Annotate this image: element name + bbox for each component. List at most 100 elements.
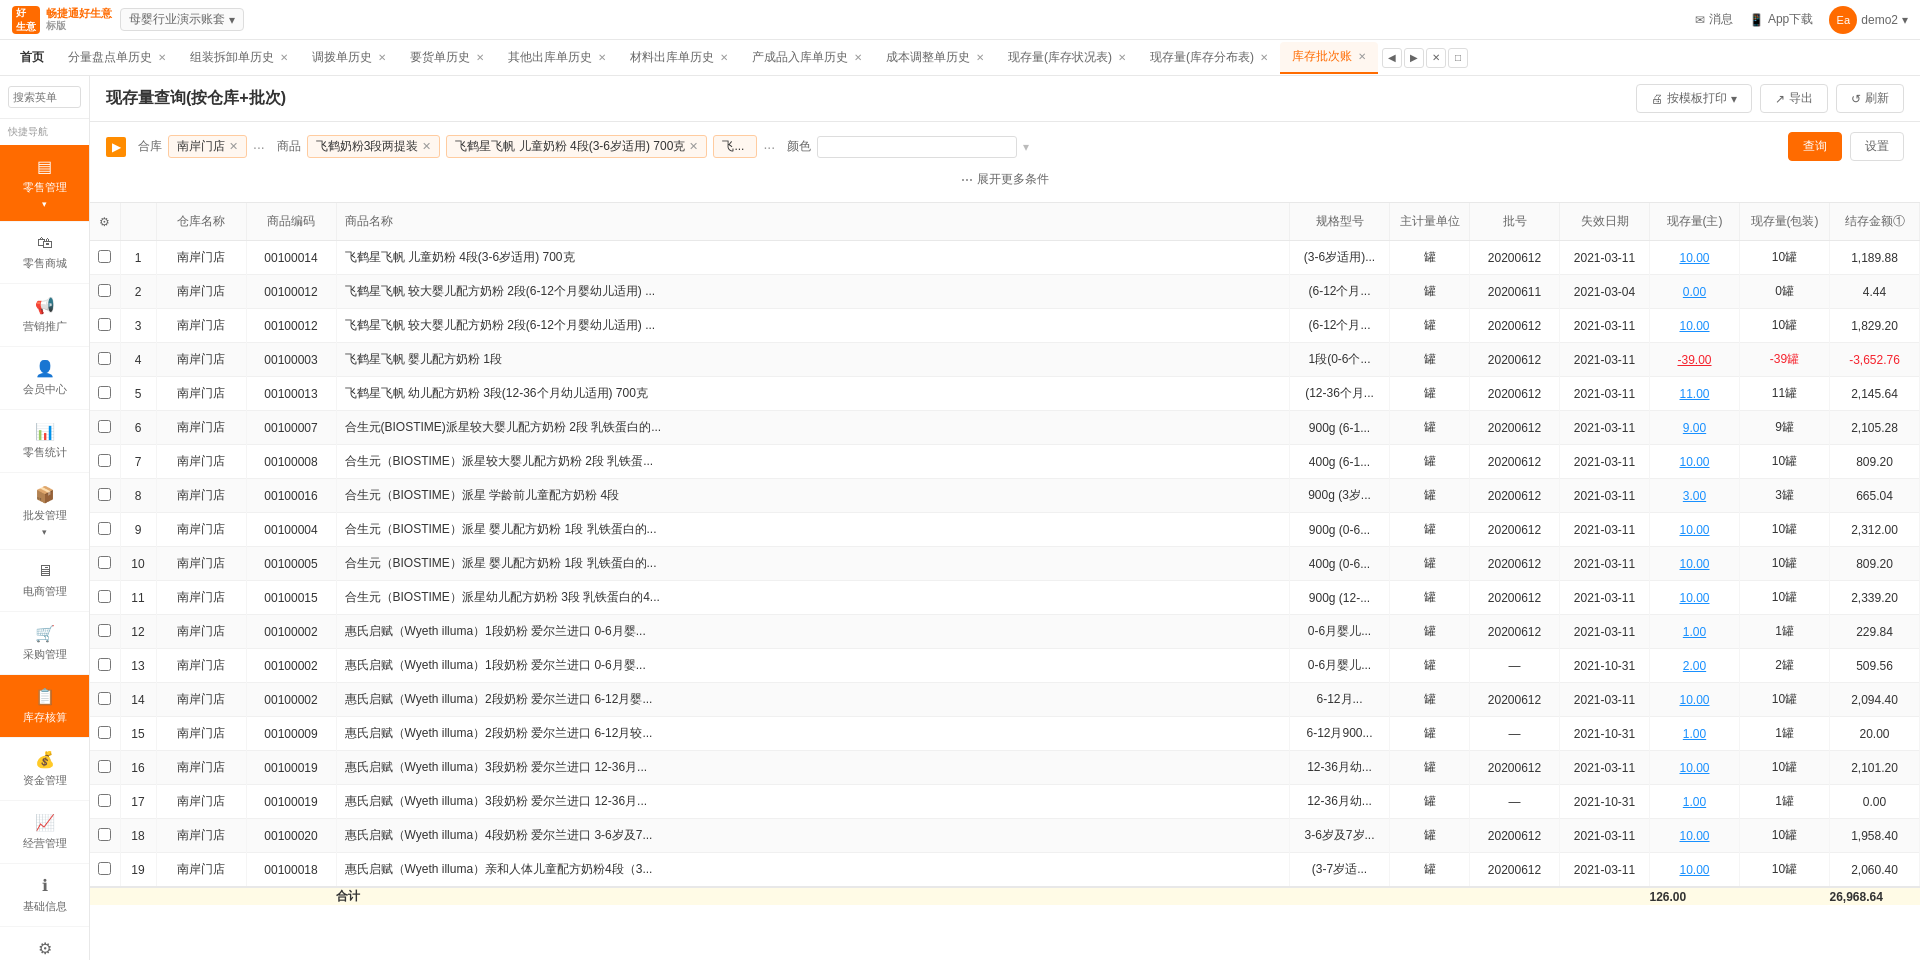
close-icon[interactable]: ✕	[854, 52, 862, 63]
close-icon[interactable]: ✕	[1118, 52, 1126, 63]
export-btn[interactable]: ↗ 导出	[1760, 84, 1828, 113]
row-checkbox[interactable]	[90, 275, 120, 309]
row-checkbox[interactable]	[90, 309, 120, 343]
tab-xiancun2[interactable]: 现存量(库存分布表) ✕	[1138, 42, 1280, 74]
tab-xiancun1[interactable]: 现存量(库存状况表) ✕	[996, 42, 1138, 74]
row-stock-main[interactable]: 10.00	[1650, 683, 1740, 717]
tab-chanchengru[interactable]: 产成品入库单历史 ✕	[740, 42, 874, 74]
row-stock-main[interactable]: 1.00	[1650, 615, 1740, 649]
sidebar-item-finance[interactable]: 💰 资金管理	[0, 738, 89, 801]
print-template-btn[interactable]: 🖨 按模板打印 ▾	[1636, 84, 1752, 113]
nav-maximize[interactable]: □	[1448, 48, 1468, 68]
row-stock-main[interactable]: 10.00	[1650, 513, 1740, 547]
tab-qitachu[interactable]: 其他出库单历史 ✕	[496, 42, 618, 74]
row-checkbox[interactable]	[90, 717, 120, 751]
sidebar-item-purchase[interactable]: 🛒 采购管理	[0, 612, 89, 675]
row-checkbox[interactable]	[90, 785, 120, 819]
query-btn[interactable]: 查询	[1788, 132, 1842, 161]
expand-more-filters-btn[interactable]: ⋯ 展开更多条件	[949, 167, 1061, 192]
product-more-btn[interactable]: ···	[763, 139, 775, 155]
row-stock-main[interactable]: 10.00	[1650, 309, 1740, 343]
sidebar-item-system[interactable]: ⚙ 系统管理	[0, 927, 89, 960]
row-checkbox[interactable]	[90, 649, 120, 683]
chevron-down-icon[interactable]: ▾	[1023, 140, 1029, 154]
sidebar-item-inventory[interactable]: 📋 库存核算	[0, 675, 89, 738]
row-checkbox[interactable]	[90, 411, 120, 445]
row-stock-main[interactable]: 0.00	[1650, 275, 1740, 309]
row-checkbox[interactable]	[90, 853, 120, 888]
refresh-btn[interactable]: ↺ 刷新	[1836, 84, 1904, 113]
sidebar-item-wholesale[interactable]: 📦 批发管理 ▾	[0, 473, 89, 550]
nav-prev-arrow[interactable]: ◀	[1382, 48, 1402, 68]
row-stock-main[interactable]: 10.00	[1650, 241, 1740, 275]
tab-fenpan[interactable]: 分量盘点单历史 ✕	[56, 42, 178, 74]
row-stock-main[interactable]: 10.00	[1650, 751, 1740, 785]
tab-yaohuo[interactable]: 要货单历史 ✕	[398, 42, 496, 74]
warehouse-more-btn[interactable]: ···	[253, 139, 265, 155]
row-stock-main[interactable]: 10.00	[1650, 547, 1740, 581]
row-checkbox[interactable]	[90, 547, 120, 581]
row-checkbox[interactable]	[90, 615, 120, 649]
close-icon[interactable]: ✕	[280, 52, 288, 63]
warehouse-tag[interactable]: 南岸门店 ✕	[168, 135, 247, 158]
sidebar-item-retail-shop[interactable]: 🛍 零售商城	[0, 222, 89, 284]
expand-filter-btn[interactable]: ▶	[106, 137, 126, 157]
tab-chengbentiao[interactable]: 成本调整单历史 ✕	[874, 42, 996, 74]
row-stock-main[interactable]: 10.00	[1650, 819, 1740, 853]
row-stock-main[interactable]: 1.00	[1650, 717, 1740, 751]
color-input[interactable]	[817, 136, 1017, 158]
tab-cailiaochu[interactable]: 材料出库单历史 ✕	[618, 42, 740, 74]
row-stock-main[interactable]: 2.00	[1650, 649, 1740, 683]
row-stock-main[interactable]: 11.00	[1650, 377, 1740, 411]
row-checkbox[interactable]	[90, 445, 120, 479]
search-input[interactable]	[8, 86, 81, 108]
tab-home[interactable]: 首页	[8, 42, 56, 74]
close-icon[interactable]: ✕	[378, 52, 386, 63]
app-download-btn[interactable]: 📱 App下载	[1749, 11, 1813, 28]
sidebar-item-retail-stat[interactable]: 📊 零售统计	[0, 410, 89, 473]
nav-next-arrow[interactable]: ▶	[1404, 48, 1424, 68]
product-tag-1[interactable]: 飞鹤奶粉3段两提装 ✕	[307, 135, 441, 158]
sidebar-item-basic[interactable]: ℹ 基础信息	[0, 864, 89, 927]
th-settings[interactable]: ⚙	[90, 203, 120, 241]
industry-selector[interactable]: 母婴行业演示账套 ▾	[120, 8, 244, 31]
close-icon[interactable]: ✕	[476, 52, 484, 63]
row-checkbox[interactable]	[90, 377, 120, 411]
row-stock-main[interactable]: 1.00	[1650, 785, 1740, 819]
close-icon[interactable]: ✕	[598, 52, 606, 63]
row-checkbox[interactable]	[90, 581, 120, 615]
row-checkbox[interactable]	[90, 683, 120, 717]
sidebar-item-retail-mgmt[interactable]: ▤ 零售管理 ▾	[0, 145, 89, 222]
sidebar-item-ecommerce[interactable]: 🖥 电商管理	[0, 550, 89, 612]
row-stock-main[interactable]: 10.00	[1650, 445, 1740, 479]
row-checkbox[interactable]	[90, 241, 120, 275]
row-stock-main[interactable]: 3.00	[1650, 479, 1740, 513]
user-menu[interactable]: Ea demo2 ▾	[1829, 6, 1908, 34]
row-checkbox[interactable]	[90, 513, 120, 547]
close-icon[interactable]: ✕	[720, 52, 728, 63]
remove-warehouse-tag[interactable]: ✕	[229, 140, 238, 153]
nav-close-tab[interactable]: ✕	[1426, 48, 1446, 68]
settings-btn[interactable]: 设置	[1850, 132, 1904, 161]
close-icon[interactable]: ✕	[1260, 52, 1268, 63]
sidebar-item-ops[interactable]: 📈 经营管理	[0, 801, 89, 864]
remove-product-tag-2[interactable]: ✕	[689, 140, 698, 153]
product-tag-3[interactable]: 飞...	[713, 135, 757, 158]
row-stock-main[interactable]: 10.00	[1650, 581, 1740, 615]
row-checkbox[interactable]	[90, 819, 120, 853]
row-checkbox[interactable]	[90, 479, 120, 513]
close-icon[interactable]: ✕	[976, 52, 984, 63]
message-btn[interactable]: ✉ 消息	[1695, 11, 1733, 28]
tab-zuchai[interactable]: 组装拆卸单历史 ✕	[178, 42, 300, 74]
row-stock-main[interactable]: -39.00	[1650, 343, 1740, 377]
sidebar-item-member[interactable]: 👤 会员中心	[0, 347, 89, 410]
product-tag-2[interactable]: 飞鹤星飞帆 儿童奶粉 4段(3-6岁适用) 700克 ✕	[446, 135, 707, 158]
close-icon[interactable]: ✕	[1358, 51, 1366, 62]
row-stock-main[interactable]: 9.00	[1650, 411, 1740, 445]
row-checkbox[interactable]	[90, 751, 120, 785]
close-icon[interactable]: ✕	[158, 52, 166, 63]
sidebar-item-marketing[interactable]: 📢 营销推广	[0, 284, 89, 347]
row-stock-main[interactable]: 10.00	[1650, 853, 1740, 888]
row-checkbox[interactable]	[90, 343, 120, 377]
tab-diaob[interactable]: 调拨单历史 ✕	[300, 42, 398, 74]
